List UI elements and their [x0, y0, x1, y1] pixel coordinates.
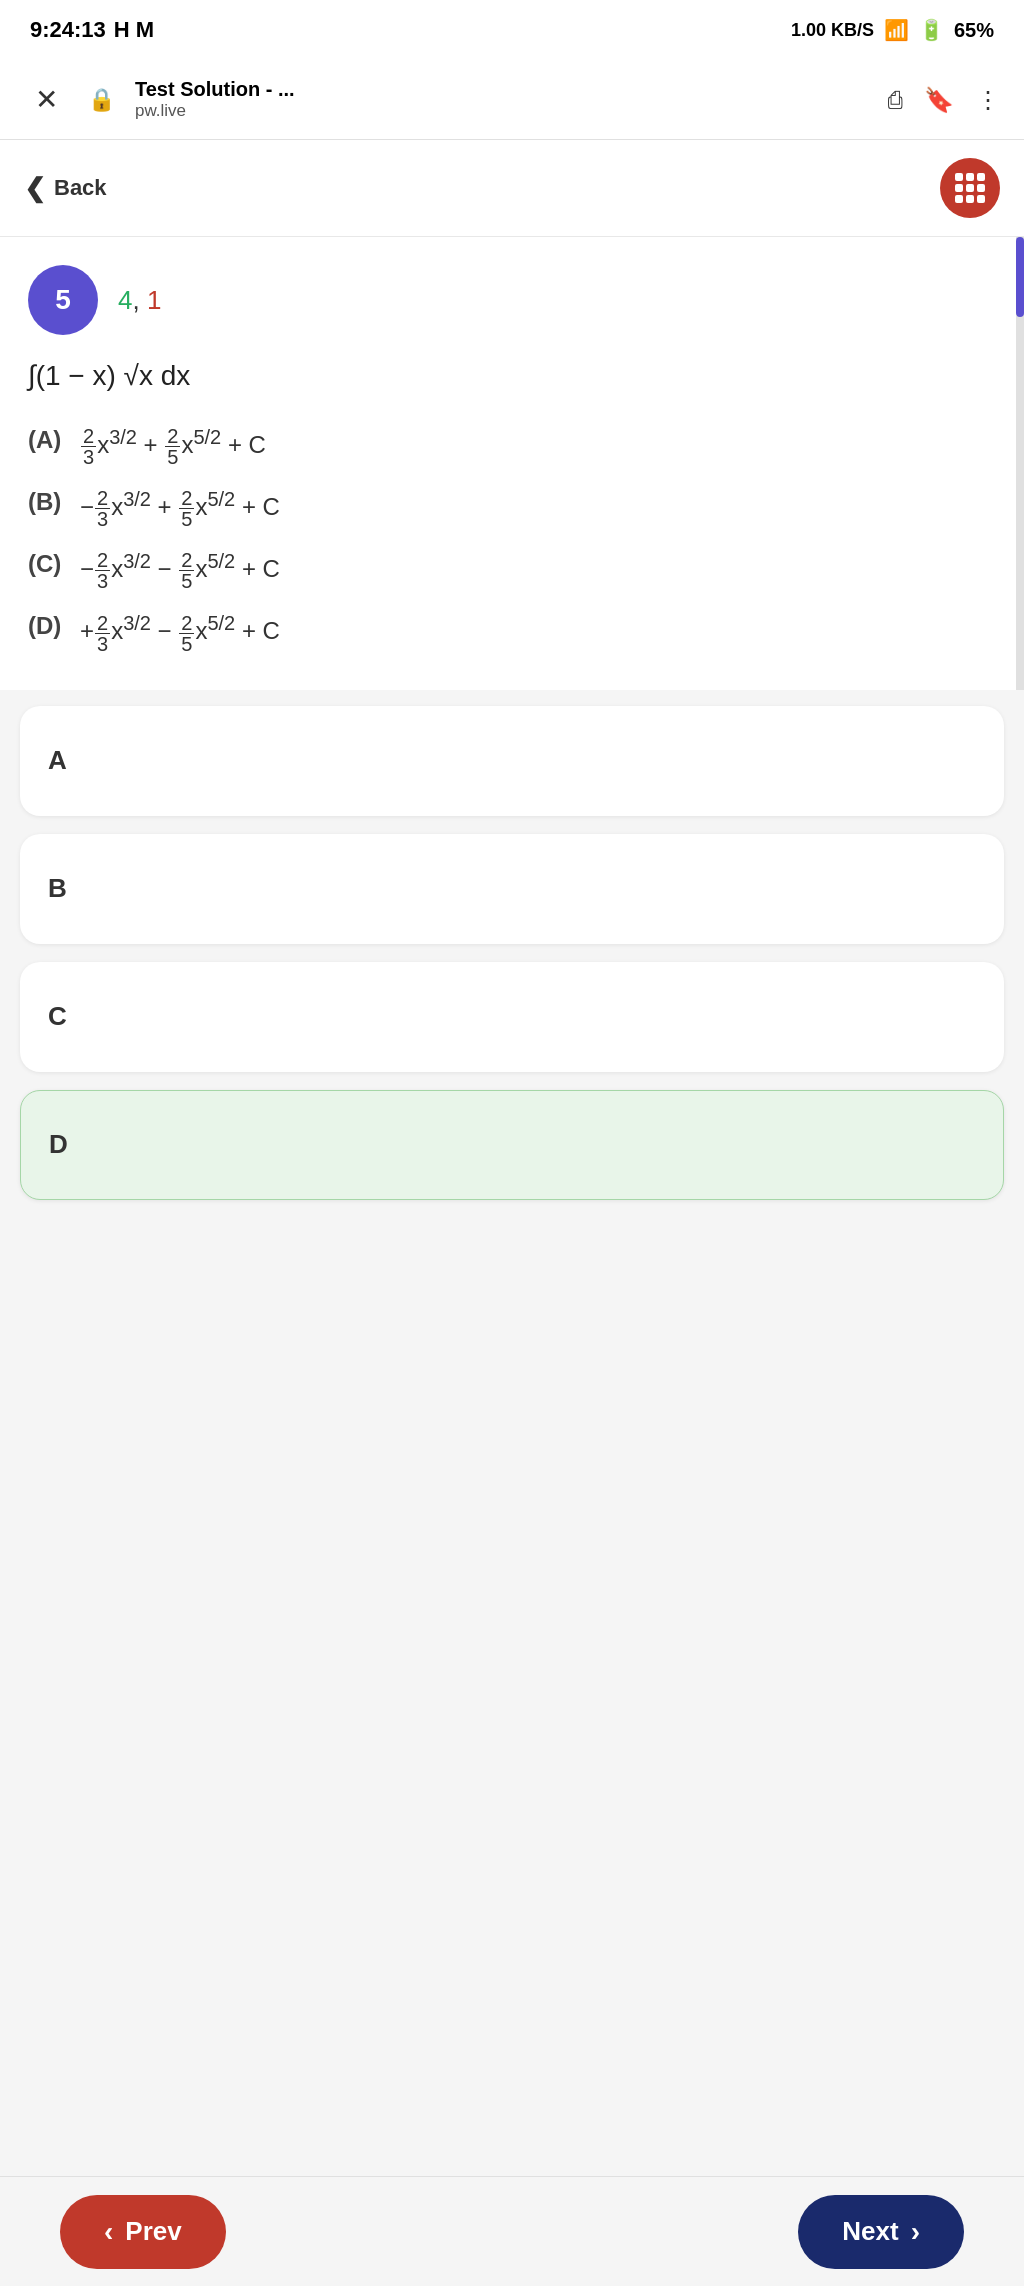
browser-close-button[interactable]: ✕	[24, 78, 68, 122]
network-speed: 1.00 KB/S	[791, 20, 874, 41]
close-icon: ✕	[35, 83, 58, 116]
status-time: 9:24:13 H M	[30, 17, 154, 43]
lock-icon: 🔒	[88, 87, 115, 113]
option-C: (C) −23x3/2 − 25x5/2 + C	[28, 545, 996, 591]
prev-button[interactable]: ‹ Prev	[60, 2195, 226, 2269]
status-right: 1.00 KB/S 📶 🔋 65%	[791, 18, 994, 42]
prev-chevron-icon: ‹	[104, 2216, 113, 2248]
option-B-label: (B)	[28, 483, 68, 521]
signal-bars: 📶	[884, 18, 909, 42]
question-marks: 4, 1	[118, 285, 161, 316]
question-text: ∫(1 − x) √x dx	[28, 355, 996, 397]
page-url: pw.live	[135, 101, 868, 121]
top-nav: ❮ Back	[0, 140, 1024, 237]
network-indicators: H M	[114, 17, 154, 43]
page-title: Test Solution - ...	[135, 78, 868, 101]
next-chevron-icon: ›	[911, 2216, 920, 2248]
answer-card-B-label: B	[48, 873, 67, 904]
option-D: (D) +23x3/2 − 25x5/2 + C	[28, 607, 996, 653]
option-A: (A) 23x3/2 + 25x5/2 + C	[28, 421, 996, 467]
back-button[interactable]: ❮ Back	[24, 173, 107, 204]
next-label: Next	[842, 2216, 898, 2247]
answer-card-A[interactable]: A	[20, 706, 1004, 816]
option-A-content: 23x3/2 + 25x5/2 + C	[80, 421, 996, 467]
browser-title-area: Test Solution - ... pw.live	[135, 78, 868, 121]
question-number: 5	[55, 284, 71, 316]
answer-card-D[interactable]: D	[20, 1090, 1004, 1200]
more-options-button[interactable]: ⋮	[976, 86, 1000, 114]
browser-actions: ⎙ 🔖 ⋮	[888, 86, 1000, 114]
grid-menu-button[interactable]	[940, 158, 1000, 218]
answer-card-D-label: D	[49, 1129, 68, 1160]
share-button[interactable]: ⎙	[888, 86, 902, 114]
browser-bar: ✕ 🔒 Test Solution - ... pw.live ⎙ 🔖 ⋮	[0, 60, 1024, 140]
marks-correct: 4	[118, 285, 132, 315]
answer-card-C-label: C	[48, 1001, 67, 1032]
option-B-content: −23x3/2 + 25x5/2 + C	[80, 483, 996, 529]
bottom-nav: ‹ Prev Next ›	[0, 2176, 1024, 2286]
answer-cards: A B C D	[0, 690, 1024, 1216]
option-D-label: (D)	[28, 607, 68, 645]
answer-card-B[interactable]: B	[20, 834, 1004, 944]
battery-percent: 65%	[954, 19, 994, 42]
question-header: 5 4, 1	[28, 265, 996, 335]
main-content: ❮ Back 5 4, 1 ∫(1 − x) √x dx	[0, 140, 1024, 2286]
bookmark-button[interactable]: 🔖	[924, 86, 954, 114]
answer-card-A-label: A	[48, 745, 67, 776]
battery-icon: 🔋	[919, 18, 944, 42]
prev-label: Prev	[125, 2216, 181, 2247]
option-C-content: −23x3/2 − 25x5/2 + C	[80, 545, 996, 591]
option-A-label: (A)	[28, 421, 68, 459]
option-C-label: (C)	[28, 545, 68, 583]
marks-wrong: 1	[147, 285, 161, 315]
answer-card-C[interactable]: C	[20, 962, 1004, 1072]
grid-icon	[955, 173, 985, 203]
scroll-thumb	[1016, 237, 1024, 317]
option-B: (B) −23x3/2 + 25x5/2 + C	[28, 483, 996, 529]
scroll-indicator	[1016, 237, 1024, 690]
back-chevron-icon: ❮	[24, 173, 46, 204]
status-bar: 9:24:13 H M 1.00 KB/S 📶 🔋 65%	[0, 0, 1024, 60]
options-list: (A) 23x3/2 + 25x5/2 + C (B) −23x3/2 + 25…	[28, 421, 996, 654]
question-number-badge: 5	[28, 265, 98, 335]
marks-separator: ,	[132, 285, 139, 315]
question-area: 5 4, 1 ∫(1 − x) √x dx (A) 23x3/2 + 25x5/…	[0, 237, 1024, 690]
option-D-content: +23x3/2 − 25x5/2 + C	[80, 607, 996, 653]
next-button[interactable]: Next ›	[798, 2195, 964, 2269]
back-label: Back	[54, 175, 107, 201]
time-display: 9:24:13	[30, 17, 106, 43]
